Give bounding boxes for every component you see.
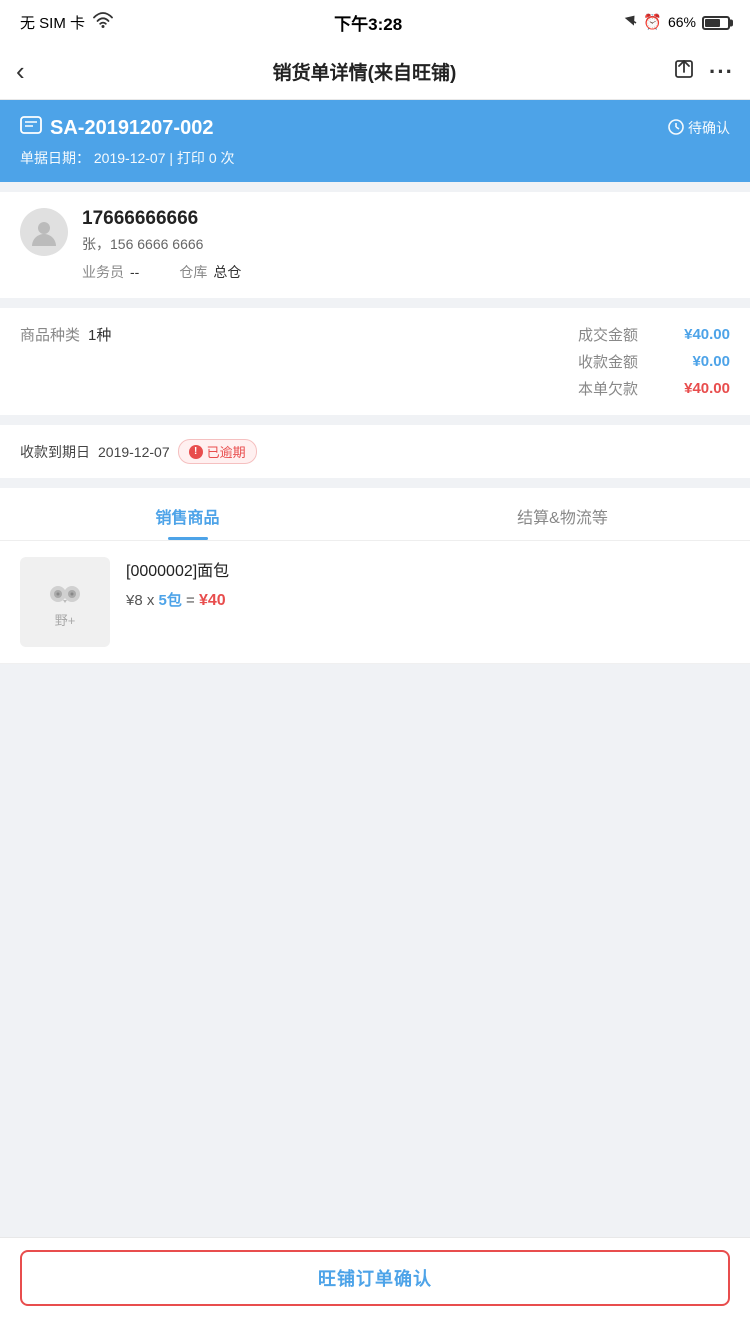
share-icon[interactable] [673, 58, 695, 86]
customer-avatar [20, 208, 68, 256]
due-date-value: 2019-12-07 [98, 444, 170, 460]
page-title: 销货单详情(来自旺铺) [273, 58, 457, 85]
customer-name: 张，156 6666 6666 [82, 234, 730, 254]
owed-amount-row: 本单欠款 ¥40.00 [578, 378, 730, 399]
transaction-amount-row: 成交金额 ¥40.00 [578, 324, 730, 345]
product-types: 商品种类 1种 [20, 324, 530, 399]
overdue-badge: ! 已逾期 [178, 439, 257, 464]
order-id: SA-20191207-002 [20, 116, 213, 140]
battery-percent: 66% [668, 14, 696, 30]
product-price-row: ¥8 x 5包 = ¥40 [126, 589, 730, 610]
location-icon [623, 13, 637, 32]
product-name: [0000002]面包 [126, 557, 730, 581]
battery-icon [702, 14, 730, 30]
unit-price: ¥8 x [126, 592, 159, 609]
equals-sign: = [182, 592, 199, 609]
due-date-section: 收款到期日 2019-12-07 ! 已逾期 [0, 425, 750, 478]
more-icon[interactable]: ··· [709, 59, 734, 85]
order-date: 单据日期： 2019-12-07 | 打印 0 次 [20, 148, 730, 168]
customer-phone: 17666666666 [82, 208, 730, 230]
nav-bar: ‹ 销货单详情(来自旺铺) ··· [0, 44, 750, 100]
tab-settlement[interactable]: 结算&物流等 [375, 488, 750, 540]
overdue-text: 已逾期 [207, 442, 246, 461]
warehouse-field: 仓库 总仓 [179, 262, 241, 282]
order-status: 待确认 [668, 118, 730, 138]
confirm-btn-wrapper: 旺铺订单确认 [0, 1237, 750, 1334]
received-amount-row: 收款金额 ¥0.00 [578, 351, 730, 372]
salesperson-field: 业务员 -- [82, 262, 139, 282]
wifi-icon [93, 12, 113, 32]
amounts-right: 成交金额 ¥40.00 收款金额 ¥0.00 本单欠款 ¥40.00 [530, 324, 730, 399]
customer-info: 17666666666 张，156 6666 6666 业务员 -- 仓库 总仓 [82, 208, 730, 282]
clock-icon [668, 119, 684, 138]
product-thumbnail: 野+ [20, 557, 110, 647]
tab-sales-product[interactable]: 销售商品 [0, 488, 375, 540]
customer-meta: 业务员 -- 仓库 总仓 [82, 262, 730, 282]
status-left: 无 SIM 卡 [20, 12, 113, 33]
alarm-icon: ⏰ [643, 13, 662, 31]
order-icon [20, 116, 42, 140]
tabs-section: 销售商品 结算&物流等 [0, 488, 750, 541]
order-header: SA-20191207-002 待确认 单据日期： 2019-12-07 | 打… [0, 100, 750, 182]
status-right: ⏰ 66% [623, 13, 730, 32]
bottom-area [0, 664, 750, 904]
due-date-label: 收款到期日 [20, 442, 90, 462]
product-logo-text: 野+ [55, 610, 76, 629]
back-button[interactable]: ‹ [16, 56, 56, 87]
status-bar: 无 SIM 卡 下午3:28 ⏰ 66% [0, 0, 750, 44]
quantity: 5包 [159, 592, 182, 609]
sim-text: 无 SIM 卡 [20, 12, 85, 33]
product-details: [0000002]面包 ¥8 x 5包 = ¥40 [126, 557, 730, 610]
table-row: 野+ [0000002]面包 ¥8 x 5包 = ¥40 [0, 541, 750, 664]
customer-section: 17666666666 张，156 6666 6666 业务员 -- 仓库 总仓 [0, 192, 750, 298]
confirm-order-button[interactable]: 旺铺订单确认 [20, 1250, 730, 1306]
amounts-section: 商品种类 1种 成交金额 ¥40.00 收款金额 ¥0.00 本单欠款 ¥40.… [0, 308, 750, 415]
total-price: ¥40 [199, 592, 226, 609]
tabs-row: 销售商品 结算&物流等 [0, 488, 750, 540]
nav-actions: ··· [673, 58, 734, 86]
product-list: 野+ [0000002]面包 ¥8 x 5包 = ¥40 [0, 541, 750, 664]
status-time: 下午3:28 [334, 10, 402, 35]
overdue-icon: ! [189, 445, 203, 459]
